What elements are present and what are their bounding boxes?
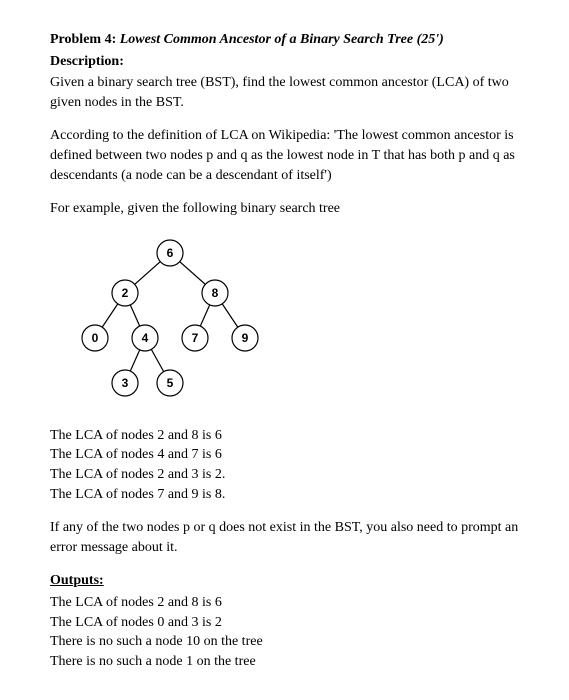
tree-node-lrl: 3 (112, 370, 138, 396)
example-line: The LCA of nodes 7 and 9 is 8. (50, 485, 519, 505)
tree-node-ll: 0 (82, 325, 108, 351)
tree-node-value: 5 (167, 376, 174, 390)
binary-tree-diagram: 6 2 8 0 4 7 9 3 (70, 233, 519, 408)
problem-title: Lowest Common Ancestor of a Binary Searc… (116, 32, 444, 47)
example-line: The LCA of nodes 2 and 3 is 2. (50, 465, 519, 485)
tree-node-value: 3 (122, 376, 129, 390)
tree-node-lrr: 5 (157, 370, 183, 396)
example-line: The LCA of nodes 2 and 8 is 6 (50, 426, 519, 446)
tree-node-value: 2 (122, 286, 129, 300)
tree-node-value: 6 (167, 246, 174, 260)
tree-node-r: 8 (202, 280, 228, 306)
example-intro-text: For example, given the following binary … (50, 199, 519, 219)
output-line: There is no such a node 10 on the tree (50, 632, 519, 652)
error-note-text: If any of the two nodes p or q does not … (50, 518, 519, 557)
definition-text: According to the definition of LCA on Wi… (50, 126, 519, 185)
outputs-list: The LCA of nodes 2 and 8 is 6 The LCA of… (50, 593, 519, 671)
tree-node-value: 0 (92, 331, 99, 345)
problem-label: Problem 4: (50, 32, 116, 47)
description-label: Description: (50, 52, 519, 72)
tree-node-value: 4 (142, 331, 149, 345)
tree-svg: 6 2 8 0 4 7 9 3 (70, 233, 270, 408)
tree-node-value: 9 (242, 331, 249, 345)
tree-node-rl: 7 (182, 325, 208, 351)
output-line: The LCA of nodes 2 and 8 is 6 (50, 593, 519, 613)
problem-header: Problem 4: Lowest Common Ancestor of a B… (50, 30, 519, 50)
tree-node-value: 8 (212, 286, 219, 300)
tree-node-root: 6 (157, 240, 183, 266)
outputs-label: Outputs: (50, 571, 519, 591)
description-text: Given a binary search tree (BST), find t… (50, 73, 519, 112)
tree-node-rr: 9 (232, 325, 258, 351)
tree-node-l: 2 (112, 280, 138, 306)
output-line: There is no such a node 1 on the tree (50, 652, 519, 672)
tree-node-lr: 4 (132, 325, 158, 351)
example-list: The LCA of nodes 2 and 8 is 6 The LCA of… (50, 426, 519, 504)
example-line: The LCA of nodes 4 and 7 is 6 (50, 445, 519, 465)
output-line: The LCA of nodes 0 and 3 is 2 (50, 613, 519, 633)
tree-node-value: 7 (192, 331, 199, 345)
